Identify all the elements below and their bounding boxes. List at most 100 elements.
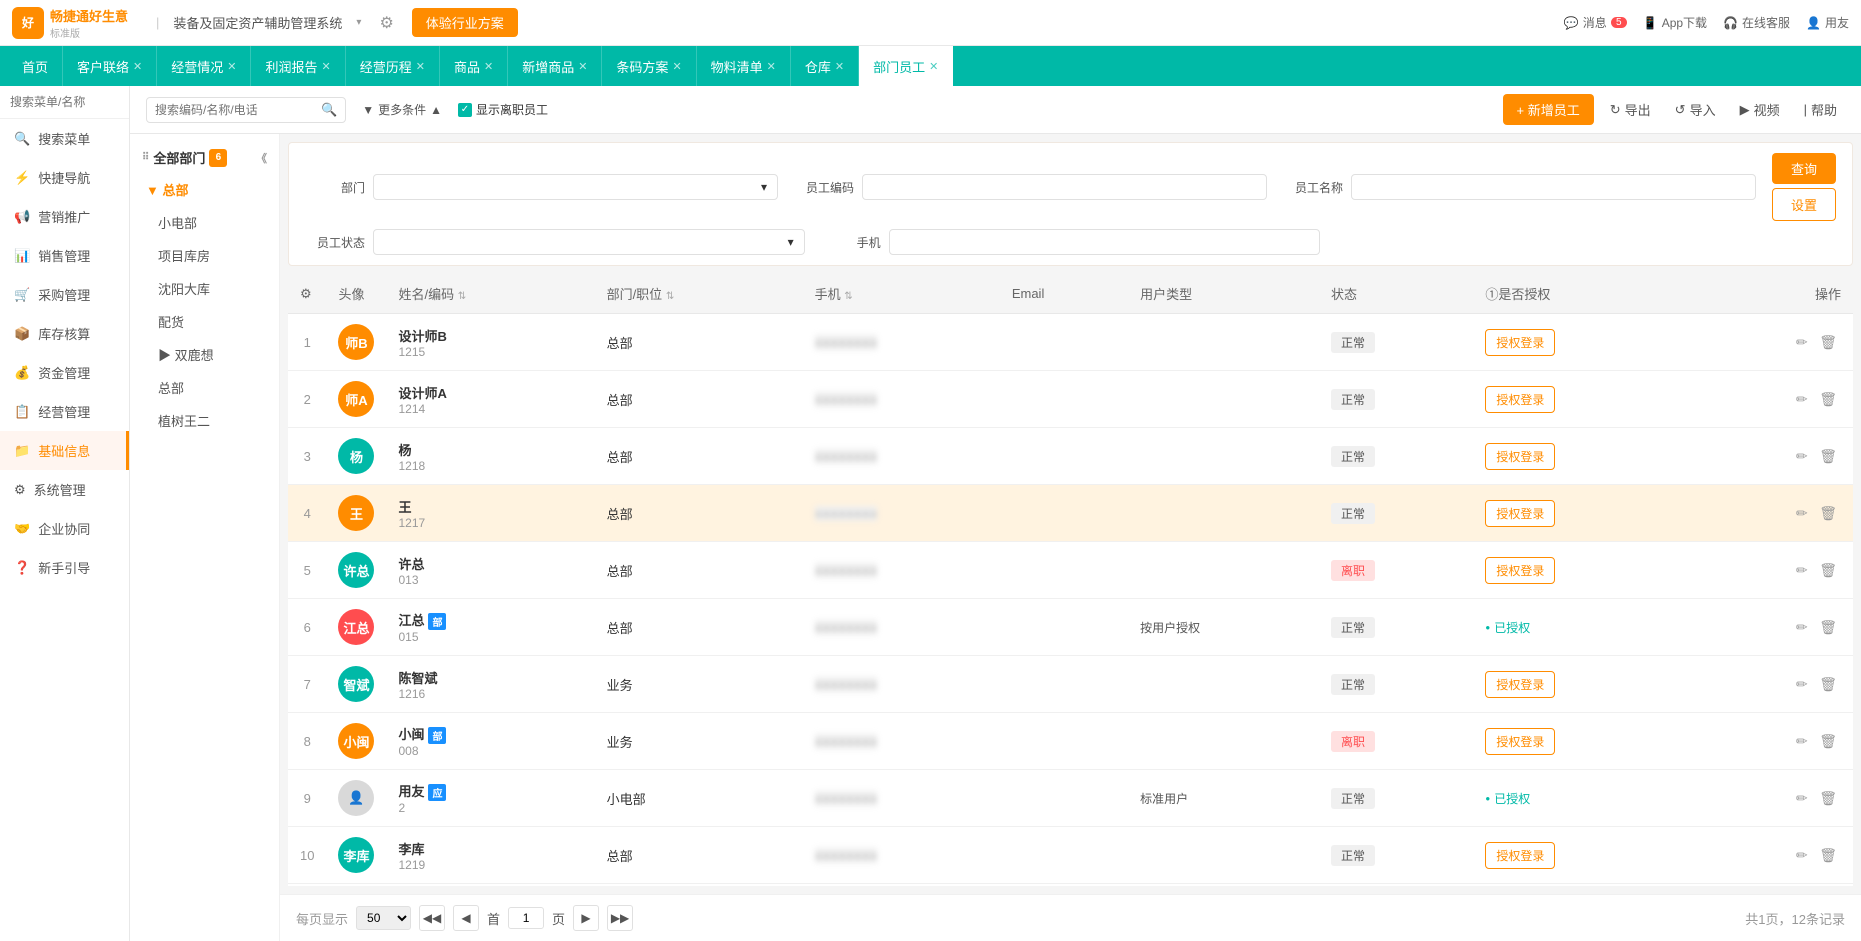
delete-icon[interactable]: 🗑 bbox=[1815, 448, 1841, 464]
sidebar-item-system[interactable]: ⚙ 系统管理 bbox=[0, 470, 129, 509]
phone-input[interactable] bbox=[889, 229, 1321, 255]
auth-btn[interactable]: 授权登录 bbox=[1485, 671, 1555, 698]
first-page-btn[interactable]: ◀◀ bbox=[419, 905, 445, 931]
show-resigned-checkbox[interactable]: ✓ bbox=[458, 103, 472, 117]
import-btn[interactable]: ↺ 导入 bbox=[1667, 95, 1724, 124]
more-filter-btn[interactable]: ▼ 更多条件 ▲ bbox=[354, 97, 450, 122]
dept-item-distribution[interactable]: 配货 bbox=[130, 305, 279, 338]
auth-btn[interactable]: 授权登录 bbox=[1485, 443, 1555, 470]
tab-home[interactable]: 首页 bbox=[8, 46, 63, 86]
user-btn[interactable]: 👤 用友 bbox=[1806, 14, 1849, 31]
auth-btn[interactable]: 授权登录 bbox=[1485, 842, 1555, 869]
dept-item-project[interactable]: 项目库房 bbox=[130, 239, 279, 272]
video-btn[interactable]: ▶ 视频 bbox=[1732, 95, 1788, 124]
auth-btn[interactable]: 授权登录 bbox=[1485, 728, 1555, 755]
sidebar-item-sales[interactable]: 📊 销售管理 bbox=[0, 236, 129, 275]
sidebar-item-search[interactable]: 🔍 搜索菜单 bbox=[0, 119, 129, 158]
help-btn[interactable]: | 帮助 bbox=[1796, 95, 1845, 124]
edit-icon[interactable]: ✏ bbox=[1792, 505, 1812, 521]
try-btn[interactable]: 体验行业方案 bbox=[412, 8, 518, 37]
sidebar-search-input[interactable] bbox=[10, 95, 130, 109]
sidebar-item-nav[interactable]: ⚡ 快捷导航 bbox=[0, 158, 129, 197]
show-resigned-toggle[interactable]: ✓ 显示离职员工 bbox=[458, 101, 548, 118]
auth-btn[interactable]: 授权登录 bbox=[1485, 500, 1555, 527]
employee-search-input[interactable] bbox=[155, 103, 315, 117]
tab-warehouse[interactable]: 仓库 ✕ bbox=[791, 46, 859, 86]
dept-item-shenyang[interactable]: 沈阳大库 bbox=[130, 272, 279, 305]
edit-icon[interactable]: ✏ bbox=[1792, 391, 1812, 407]
delete-icon[interactable]: 🗑 bbox=[1815, 562, 1841, 578]
sidebar-item-purchase[interactable]: 🛒 采购管理 bbox=[0, 275, 129, 314]
app-download-btn[interactable]: 📱 App下载 bbox=[1643, 14, 1707, 31]
edit-icon[interactable]: ✏ bbox=[1792, 562, 1812, 578]
delete-icon[interactable]: 🗑 bbox=[1815, 847, 1841, 863]
prev-page-btn[interactable]: ◀ bbox=[453, 905, 479, 931]
emp-code-input[interactable] bbox=[862, 174, 1267, 200]
col-phone[interactable]: 手机 ⇅ bbox=[803, 274, 1000, 314]
edit-icon[interactable]: ✏ bbox=[1792, 676, 1812, 692]
dept-item-zhishu[interactable]: 植树王二 bbox=[130, 404, 279, 437]
search-btn[interactable]: 查询 bbox=[1772, 153, 1836, 184]
edit-icon[interactable]: ✏ bbox=[1792, 334, 1812, 350]
dept-item-hq[interactable]: 总部 bbox=[130, 371, 279, 404]
tab-add-goods[interactable]: 新增商品 ✕ bbox=[508, 46, 602, 86]
delete-icon[interactable]: 🗑 bbox=[1815, 676, 1841, 692]
delete-icon[interactable]: 🗑 bbox=[1815, 790, 1841, 806]
sidebar-item-finance[interactable]: 💰 资金管理 bbox=[0, 353, 129, 392]
tab-goods[interactable]: 商品 ✕ bbox=[440, 46, 508, 86]
edit-icon[interactable]: ✏ bbox=[1792, 619, 1812, 635]
auth-btn[interactable]: 授权登录 bbox=[1485, 557, 1555, 584]
page-input[interactable] bbox=[508, 907, 544, 929]
sidebar-item-inventory[interactable]: 📦 库存核算 bbox=[0, 314, 129, 353]
reset-btn[interactable]: 设置 bbox=[1772, 188, 1836, 221]
auth-btn[interactable]: 授权登录 bbox=[1485, 329, 1555, 356]
last-page-btn[interactable]: ▶▶ bbox=[607, 905, 633, 931]
emp-name-input[interactable] bbox=[1351, 174, 1756, 200]
delete-icon[interactable]: 🗑 bbox=[1815, 619, 1841, 635]
settings-icon[interactable]: ⚙ bbox=[379, 13, 393, 33]
employee-name: 杨 bbox=[398, 440, 582, 459]
dept-item-hq-parent[interactable]: ▼ 总部 bbox=[130, 173, 279, 206]
sidebar-item-ops[interactable]: 📋 经营管理 bbox=[0, 392, 129, 431]
next-page-btn[interactable]: ▶ bbox=[573, 905, 599, 931]
sidebar-item-marketing[interactable]: 📢 营销推广 bbox=[0, 197, 129, 236]
dept-collapse-btn[interactable]: 《 bbox=[256, 150, 267, 166]
service-btn[interactable]: 🎧 在线客服 bbox=[1723, 14, 1790, 31]
col-name[interactable]: 姓名/编码 ⇅ bbox=[386, 274, 594, 314]
message-btn[interactable]: 💬 消息 5 bbox=[1564, 14, 1627, 31]
delete-icon[interactable]: 🗑 bbox=[1815, 334, 1841, 350]
tab-dept-employee[interactable]: 部门员工 ✕ bbox=[859, 46, 953, 86]
tab-profit[interactable]: 利润报告 ✕ bbox=[251, 46, 345, 86]
edit-icon[interactable]: ✏ bbox=[1792, 790, 1812, 806]
delete-icon[interactable]: 🗑 bbox=[1815, 391, 1841, 407]
col-settings[interactable]: ⚙ bbox=[288, 274, 326, 314]
edit-icon[interactable]: ✏ bbox=[1792, 448, 1812, 464]
col-dept[interactable]: 部门/职位 ⇅ bbox=[595, 274, 803, 314]
row-name: 设计师A 1214 bbox=[386, 371, 594, 428]
tab-bom[interactable]: 物料清单 ✕ bbox=[697, 46, 791, 86]
delete-icon[interactable]: 🗑 bbox=[1815, 733, 1841, 749]
table-settings-icon[interactable]: ⚙ bbox=[300, 286, 312, 301]
add-employee-btn[interactable]: + 新增员工 bbox=[1503, 94, 1594, 125]
tab-history[interactable]: 经营历程 ✕ bbox=[346, 46, 440, 86]
emp-status-select[interactable]: ▾ bbox=[373, 229, 805, 255]
edit-icon[interactable]: ✏ bbox=[1792, 733, 1812, 749]
sidebar-item-basic[interactable]: 📁 基础信息 bbox=[0, 431, 129, 470]
delete-icon[interactable]: 🗑 bbox=[1815, 505, 1841, 521]
tab-operation[interactable]: 经营情况 ✕ bbox=[157, 46, 251, 86]
edit-icon[interactable]: ✏ bbox=[1792, 847, 1812, 863]
page-size-select[interactable]: 50 100 bbox=[356, 906, 411, 930]
sidebar-item-collab[interactable]: 🤝 企业协同 bbox=[0, 509, 129, 548]
auth-btn[interactable]: 授权登录 bbox=[1485, 386, 1555, 413]
tab-barcode[interactable]: 条码方案 ✕ bbox=[602, 46, 696, 86]
dept-edit-icon[interactable]: 6 bbox=[209, 149, 227, 167]
dept-select[interactable]: ▾ bbox=[373, 174, 778, 200]
dept-item-shuangluxiang[interactable]: ▶ 双鹿想 bbox=[130, 338, 279, 371]
sidebar-item-guide[interactable]: ❓ 新手引导 bbox=[0, 548, 129, 587]
export-btn[interactable]: ↻ 导出 bbox=[1602, 95, 1659, 124]
dept-item-xd[interactable]: 小电部 bbox=[130, 206, 279, 239]
row-actions: ✏ 🗑 bbox=[1687, 485, 1853, 542]
row-email bbox=[1000, 428, 1128, 485]
tab-customer[interactable]: 客户联络 ✕ bbox=[63, 46, 157, 86]
system-title-arrow[interactable]: ▾ bbox=[356, 17, 361, 28]
